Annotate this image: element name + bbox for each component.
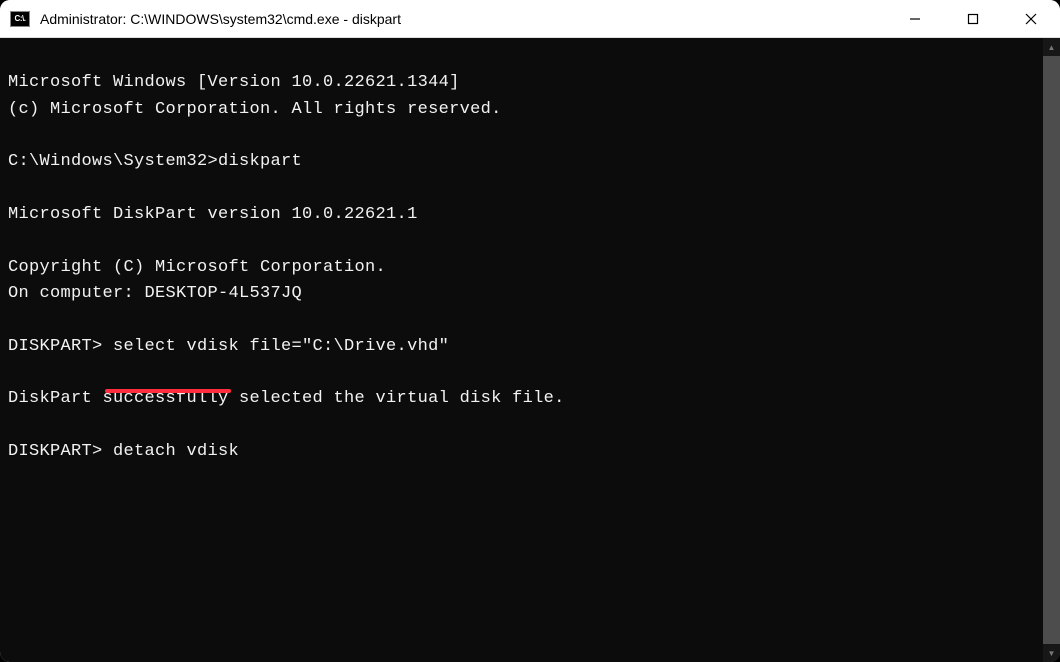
terminal-window: C:\. Administrator: C:\WINDOWS\system32\… [0,0,1060,662]
scrollbar-thumb[interactable] [1043,56,1060,644]
terminal-line: Microsoft DiskPart version 10.0.22621.1 [8,205,418,224]
terminal-line: (c) Microsoft Corporation. All rights re… [8,100,502,119]
minimize-icon [909,13,921,25]
minimize-button[interactable] [886,0,944,37]
terminal-line: C:\Windows\System32>diskpart [8,152,302,171]
close-icon [1025,13,1037,25]
maximize-button[interactable] [944,0,1002,37]
terminal-line: DiskPart successfully selected the virtu… [8,389,565,408]
close-button[interactable] [1002,0,1060,37]
terminal-content: Microsoft Windows [Version 10.0.22621.13… [8,44,1052,466]
scrollbar-down-arrow-icon[interactable]: ▼ [1043,644,1060,662]
highlight-underline [105,389,231,393]
maximize-icon [967,13,979,25]
window-title: Administrator: C:\WINDOWS\system32\cmd.e… [40,11,886,27]
scrollbar-vertical[interactable]: ▲ ▼ [1043,38,1060,662]
scrollbar-up-arrow-icon[interactable]: ▲ [1043,38,1060,56]
terminal-line: On computer: DESKTOP-4L537JQ [8,284,302,303]
terminal-line: DISKPART> select vdisk file="C:\Drive.vh… [8,337,449,356]
terminal-line: Copyright (C) Microsoft Corporation. [8,258,386,277]
terminal-line: Microsoft Windows [Version 10.0.22621.13… [8,73,460,92]
terminal-body[interactable]: Microsoft Windows [Version 10.0.22621.13… [0,38,1060,662]
window-controls [886,0,1060,37]
terminal-line: DISKPART> detach vdisk [8,442,239,461]
cmd-icon: C:\. [10,11,30,27]
titlebar[interactable]: C:\. Administrator: C:\WINDOWS\system32\… [0,0,1060,38]
